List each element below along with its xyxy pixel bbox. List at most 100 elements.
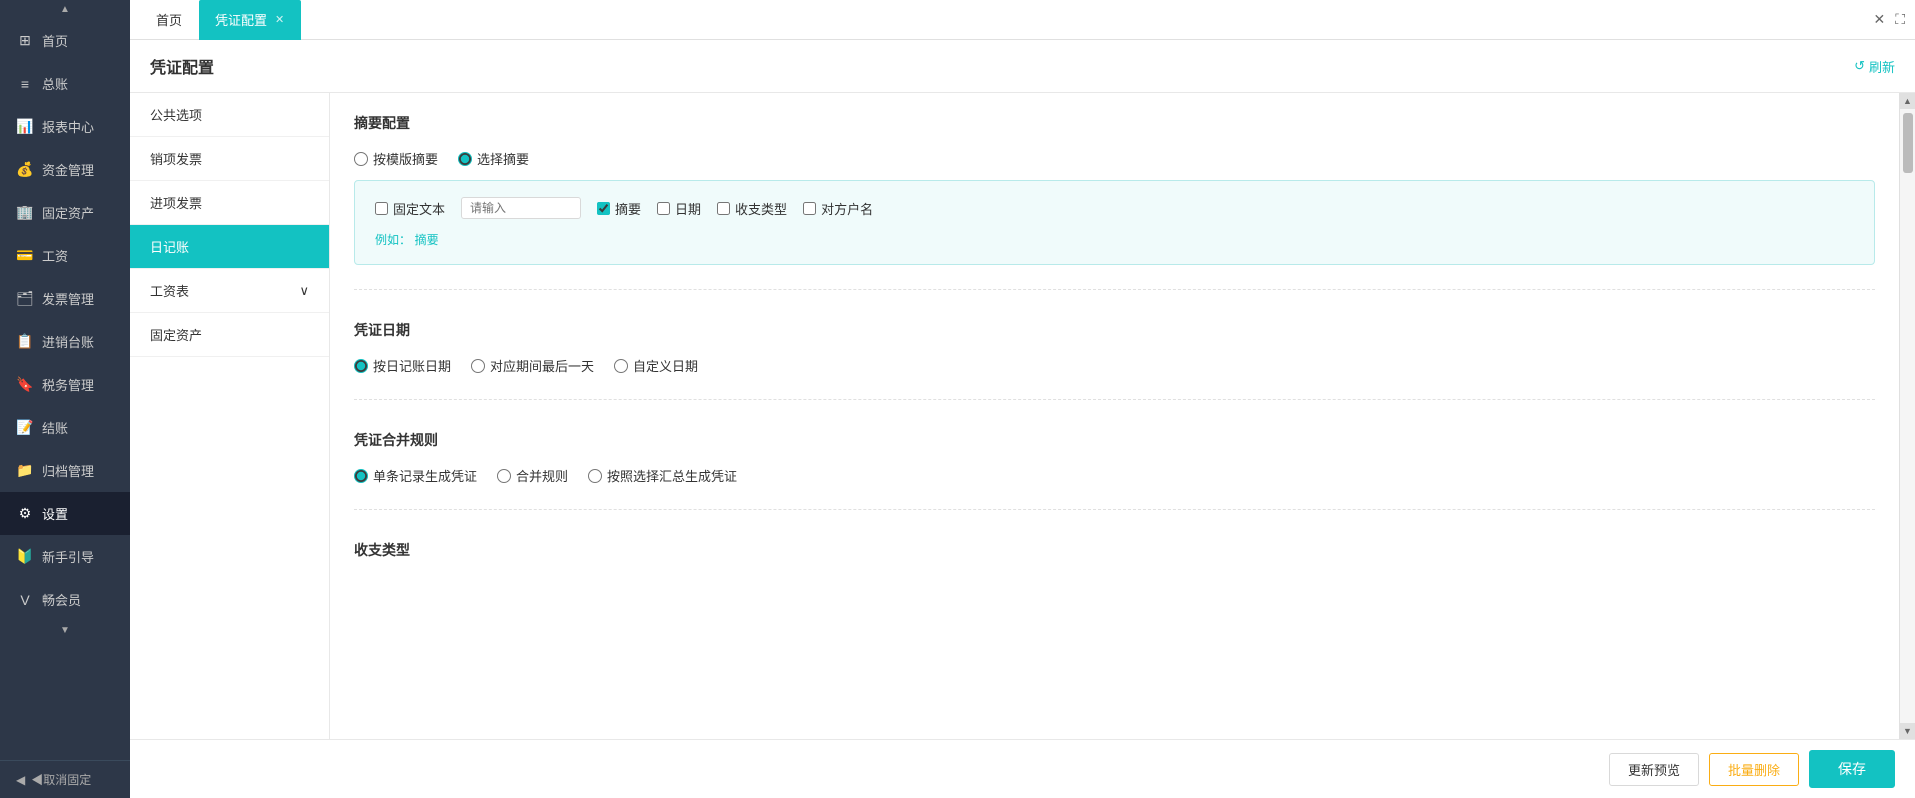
sidebar-item-label: 进销台账 <box>42 332 94 351</box>
summary-radio-template[interactable]: 按模版摘要 <box>354 149 438 168</box>
summary-radio-group: 按模版摘要 选择摘要 <box>354 149 1875 168</box>
page-content: 凭证配置 ↺ 刷新 公共选项 销项发票 进项发票 <box>130 40 1915 798</box>
right-content: 摘要配置 按模版摘要 选择摘要 <box>330 93 1899 739</box>
sidebar: ▲ ⊞ 首页 ≡ 总账 📊 报表中心 💰 资金管理 🏢 固定资产 💳 工资 🗂 … <box>0 0 130 798</box>
sidebar-scroll-up[interactable]: ▲ <box>0 0 130 19</box>
sidebar-item-guide[interactable]: 🔰 新手引导 <box>0 535 130 578</box>
voucher-date-radio-custom-input[interactable] <box>614 359 628 373</box>
checkbox-fixed-text[interactable]: 固定文本 <box>375 199 445 218</box>
merge-rule-radio-select-merge-input[interactable] <box>588 469 602 483</box>
sidebar-item-label: 设置 <box>42 504 68 523</box>
left-nav-payroll[interactable]: 工资表 ∨ <box>130 269 329 313</box>
merge-rule-radio-single-input[interactable] <box>354 469 368 483</box>
summary-radio-select-label: 选择摘要 <box>477 149 529 168</box>
sidebar-item-label: 发票管理 <box>42 289 94 308</box>
voucher-date-section: 凭证日期 按日记账日期 对应期间最后一天 <box>354 320 1875 400</box>
refresh-button[interactable]: ↺ 刷新 <box>1854 57 1895 76</box>
tab-bar: 首页 凭证配置 ✕ ✕ ⛶ <box>130 0 1915 40</box>
refresh-icon: ↺ <box>1854 58 1865 74</box>
scroll-up-button[interactable]: ▲ <box>1900 93 1915 109</box>
purchase-sales-icon: 📋 <box>16 333 34 350</box>
fullscreen-icon[interactable]: ⛶ <box>1895 11 1905 28</box>
sidebar-scroll-down[interactable]: ▼ <box>0 621 130 640</box>
merge-rule-radio-single-label: 单条记录生成凭证 <box>373 466 477 485</box>
bottom-bar: 更新预览 批量删除 保存 <box>130 739 1915 798</box>
batch-delete-button[interactable]: 批量删除 <box>1709 753 1799 786</box>
close-window-icon[interactable]: ✕ <box>1873 11 1885 28</box>
assets-icon: 🏢 <box>16 204 34 221</box>
voucher-date-radio-journal-input[interactable] <box>354 359 368 373</box>
guide-icon: 🔰 <box>16 548 34 565</box>
sidebar-item-reports[interactable]: 📊 报表中心 <box>0 105 130 148</box>
sidebar-item-archive[interactable]: 📁 归档管理 <box>0 449 130 492</box>
voucher-date-radio-journal[interactable]: 按日记账日期 <box>354 356 451 375</box>
tab-voucher-config[interactable]: 凭证配置 ✕ <box>199 0 301 40</box>
sidebar-item-label: 新手引导 <box>42 547 94 566</box>
checkbox-date-input[interactable] <box>657 202 670 215</box>
checkbox-summary-label: 摘要 <box>615 199 641 218</box>
sidebar-cancel-pin[interactable]: ◀ ◀取消固定 <box>0 760 130 798</box>
sidebar-item-ledger[interactable]: ≡ 总账 <box>0 62 130 105</box>
checkbox-fixed-text-label: 固定文本 <box>393 199 445 218</box>
checkbox-counterpart[interactable]: 对方户名 <box>803 199 873 218</box>
home-icon: ⊞ <box>16 32 34 49</box>
merge-rule-radio-merge-input[interactable] <box>497 469 511 483</box>
sidebar-item-salary[interactable]: 💳 工资 <box>0 234 130 277</box>
scroll-down-button[interactable]: ▼ <box>1900 723 1915 739</box>
checkbox-income-type-input[interactable] <box>717 202 730 215</box>
voucher-date-radio-custom[interactable]: 自定义日期 <box>614 356 698 375</box>
left-nav-sales-invoice[interactable]: 销项发票 <box>130 137 329 181</box>
checkbox-counterpart-input[interactable] <box>803 202 816 215</box>
sidebar-item-tax[interactable]: 🔖 税务管理 <box>0 363 130 406</box>
left-nav-purchase-invoice[interactable]: 进项发票 <box>130 181 329 225</box>
voucher-date-radio-custom-label: 自定义日期 <box>633 356 698 375</box>
merge-rule-radio-select-merge[interactable]: 按照选择汇总生成凭证 <box>588 466 737 485</box>
income-type-title: 收支类型 <box>354 540 1875 560</box>
sidebar-item-vip[interactable]: V 畅会员 <box>0 578 130 621</box>
update-preview-button[interactable]: 更新预览 <box>1609 753 1699 786</box>
sidebar-item-label: 结账 <box>42 418 68 437</box>
checkbox-summary-input[interactable] <box>597 202 610 215</box>
left-nav-journal[interactable]: 日记账 <box>130 225 329 269</box>
checkbox-date[interactable]: 日期 <box>657 199 701 218</box>
sidebar-item-settlement[interactable]: 📝 结账 <box>0 406 130 449</box>
voucher-date-radio-last-day[interactable]: 对应期间最后一天 <box>471 356 594 375</box>
fixed-text-input[interactable] <box>461 197 581 219</box>
income-type-section: 收支类型 <box>354 540 1875 600</box>
checkbox-summary[interactable]: 摘要 <box>597 199 641 218</box>
scroll-track <box>1900 109 1915 723</box>
checkbox-fixed-text-input[interactable] <box>375 202 388 215</box>
summary-radio-select[interactable]: 选择摘要 <box>458 149 529 168</box>
sidebar-item-label: 资金管理 <box>42 160 94 179</box>
merge-rule-radio-merge-label: 合并规则 <box>516 466 568 485</box>
tax-icon: 🔖 <box>16 376 34 393</box>
summary-radio-template-input[interactable] <box>354 152 368 166</box>
left-nav-public[interactable]: 公共选项 <box>130 93 329 137</box>
sidebar-item-home[interactable]: ⊞ 首页 <box>0 19 130 62</box>
merge-rule-title: 凭证合并规则 <box>354 430 1875 450</box>
sidebar-item-label: 总账 <box>42 74 68 93</box>
save-button[interactable]: 保存 <box>1809 750 1895 788</box>
summary-radio-select-input[interactable] <box>458 152 472 166</box>
checkbox-income-type[interactable]: 收支类型 <box>717 199 787 218</box>
tab-home[interactable]: 首页 <box>140 0 199 40</box>
summary-checkbox-row: 固定文本 摘要 日期 <box>375 197 1854 219</box>
cancel-pin-icon: ◀ <box>16 773 25 787</box>
content-wrapper: 公共选项 销项发票 进项发票 日记账 工资表 ∨ <box>130 93 1899 739</box>
example-value: 摘要 <box>415 233 439 247</box>
voucher-date-radio-last-day-input[interactable] <box>471 359 485 373</box>
sidebar-item-invoice-mgmt[interactable]: 🗂 发票管理 <box>0 277 130 320</box>
merge-rule-radio-single[interactable]: 单条记录生成凭证 <box>354 466 477 485</box>
checkbox-counterpart-label: 对方户名 <box>821 199 873 218</box>
sidebar-item-funds[interactable]: 💰 资金管理 <box>0 148 130 191</box>
left-nav-fixed-assets[interactable]: 固定资产 <box>130 313 329 357</box>
merge-rule-radio-merge[interactable]: 合并规则 <box>497 466 568 485</box>
merge-rule-radio-group: 单条记录生成凭证 合并规则 按照选择汇总生成凭证 <box>354 466 1875 485</box>
sidebar-item-settings[interactable]: ⚙ 设置 <box>0 492 130 535</box>
sidebar-item-assets[interactable]: 🏢 固定资产 <box>0 191 130 234</box>
outer-scrollbar: ▲ ▼ <box>1899 93 1915 739</box>
tab-close-icon[interactable]: ✕ <box>275 13 284 26</box>
sidebar-item-label: 归档管理 <box>42 461 94 480</box>
scroll-thumb[interactable] <box>1903 113 1913 173</box>
sidebar-item-purchase-sales[interactable]: 📋 进销台账 <box>0 320 130 363</box>
